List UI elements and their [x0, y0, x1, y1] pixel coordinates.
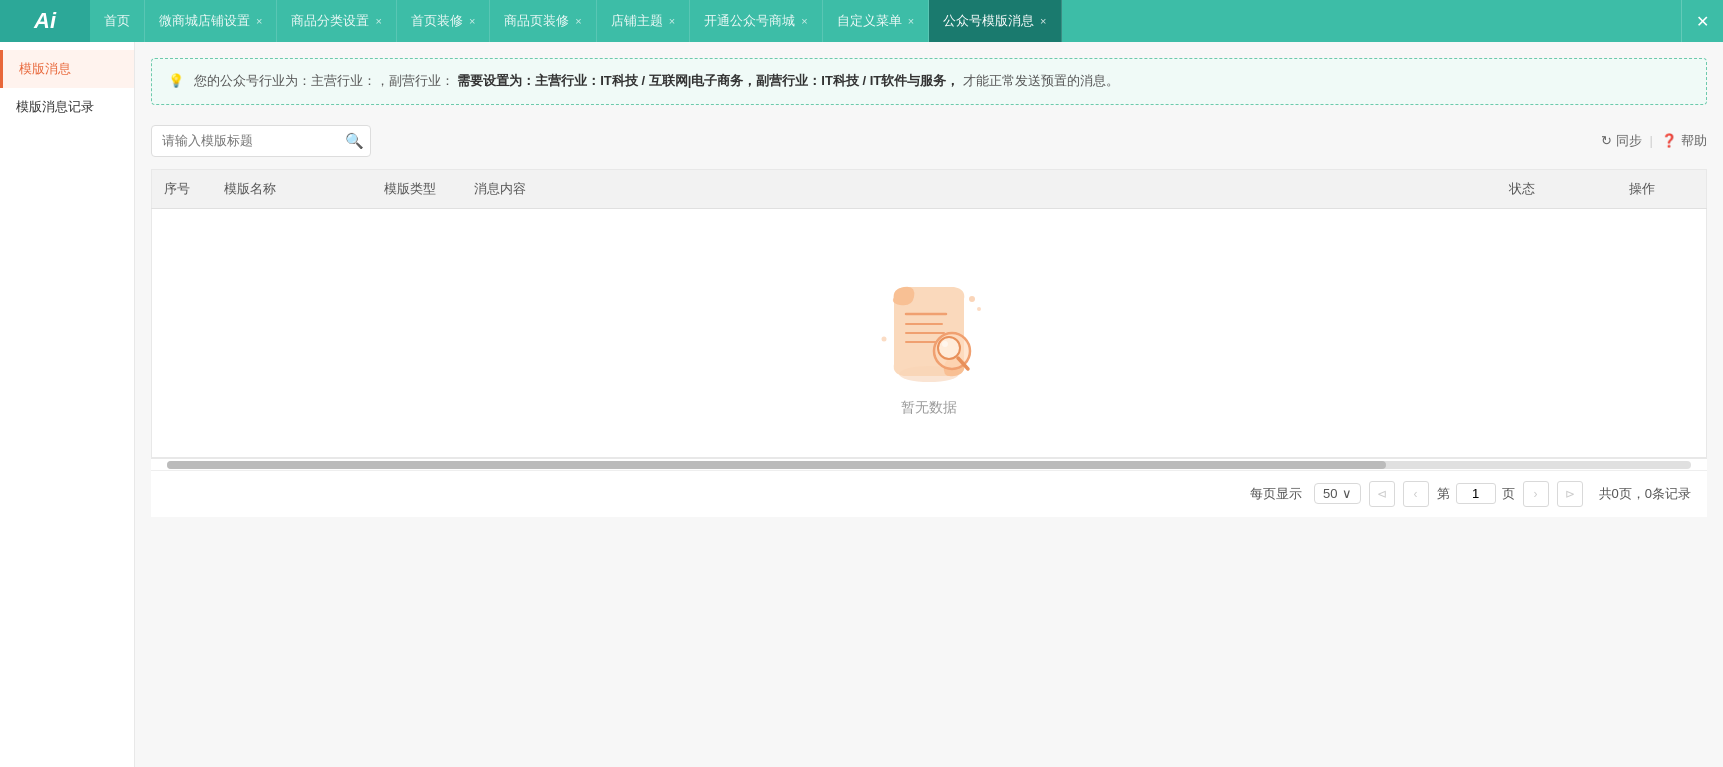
svg-point-9: [969, 296, 975, 302]
table-header-actions: 操作: [1617, 169, 1707, 208]
notice-prefix: 您的公众号行业为：主营行业：，副营行业：: [194, 73, 454, 88]
sidebar-item-template-message[interactable]: 模版消息: [0, 50, 134, 88]
scrollbar-area[interactable]: [151, 458, 1707, 470]
scrollbar-thumb: [167, 461, 1386, 469]
prev-page-button[interactable]: ‹: [1403, 481, 1429, 507]
help-button[interactable]: ❓ 帮助: [1661, 132, 1707, 150]
table-body: 暂无数据: [152, 208, 1707, 457]
svg-point-11: [882, 336, 887, 341]
svg-point-10: [977, 307, 981, 311]
sync-button[interactable]: ↻ 同步: [1601, 132, 1642, 150]
content-area: 💡 您的公众号行业为：主营行业：，副营行业： 需要设置为：主营行业：IT科技 /…: [135, 42, 1723, 767]
svg-point-8: [942, 341, 948, 347]
nav-tab-home[interactable]: 首页: [90, 0, 145, 42]
page-size-select[interactable]: 50 ∨: [1314, 483, 1360, 504]
tab-close-homepage-decor[interactable]: ×: [469, 15, 475, 27]
app-logo: Ai: [0, 0, 90, 42]
scrollbar-track: [167, 461, 1691, 469]
nav-tab-wechat-template[interactable]: 公众号模版消息×: [929, 0, 1061, 42]
main-layout: 模版消息模版消息记录 💡 您的公众号行业为：主营行业：，副营行业： 需要设置为：…: [0, 42, 1723, 767]
last-page-button[interactable]: ⊳: [1557, 481, 1583, 507]
search-actions: ↻ 同步 | ❓ 帮助: [1601, 132, 1707, 150]
table-header-name: 模版名称: [212, 169, 372, 208]
sidebar-item-template-records[interactable]: 模版消息记录: [0, 88, 134, 126]
search-input-wrap: 🔍: [151, 125, 371, 157]
nav-tab-store-theme[interactable]: 店铺主题×: [597, 0, 690, 42]
tab-close-product-decor[interactable]: ×: [575, 15, 581, 27]
close-all-tabs-button[interactable]: ✕: [1681, 0, 1723, 42]
table-header-row: 序号模版名称模版类型消息内容状态操作: [152, 169, 1707, 208]
nav-tab-custom-menu[interactable]: 自定义菜单×: [823, 0, 929, 42]
notice-suffix: 才能正常发送预置的消息。: [963, 73, 1119, 88]
nav-tabs: 首页微商城店铺设置×商品分类设置×首页装修×商品页装修×店铺主题×开通公众号商城…: [90, 0, 1681, 42]
page-prefix-label: 第: [1437, 485, 1450, 503]
page-size-value: 50: [1323, 486, 1337, 501]
help-label: 帮助: [1681, 132, 1707, 150]
data-table: 序号模版名称模版类型消息内容状态操作: [151, 169, 1707, 458]
search-input[interactable]: [152, 127, 337, 154]
chevron-down-icon: ∨: [1342, 486, 1352, 501]
page-total: 共0页，0条记录: [1599, 485, 1691, 503]
help-icon: ❓: [1661, 133, 1677, 148]
pagination: 每页显示 50 ∨ ⊲ ‹ 第 页 › ⊳ 共0页，0条记录: [151, 470, 1707, 517]
tab-close-weshop-settings[interactable]: ×: [256, 15, 262, 27]
table-header-content: 消息内容: [462, 169, 1497, 208]
nav-tab-product-decor[interactable]: 商品页装修×: [490, 0, 596, 42]
svg-point-6: [938, 337, 960, 359]
next-page-button[interactable]: ›: [1523, 481, 1549, 507]
page-number-field[interactable]: [1456, 483, 1496, 504]
page-number-input: 第 页: [1437, 483, 1515, 504]
table-header-index: 序号: [152, 169, 212, 208]
empty-state: 暂无数据: [152, 209, 1706, 457]
empty-illustration: [864, 269, 994, 399]
notice-highlight: 需要设置为：主营行业：IT科技 / 互联网|电子商务，副营行业：IT科技 / I…: [457, 73, 959, 88]
table-header-status: 状态: [1497, 169, 1617, 208]
search-button[interactable]: 🔍: [337, 126, 371, 156]
divider: |: [1650, 133, 1653, 148]
nav-tab-weshop-settings[interactable]: 微商城店铺设置×: [145, 0, 277, 42]
notice-icon: 💡: [168, 73, 184, 88]
table-header-type: 模版类型: [372, 169, 462, 208]
tab-close-wechat-template[interactable]: ×: [1040, 15, 1046, 27]
nav-tab-product-category[interactable]: 商品分类设置×: [277, 0, 396, 42]
empty-text: 暂无数据: [901, 399, 957, 417]
page-suffix-label: 页: [1502, 485, 1515, 503]
sync-icon: ↻: [1601, 133, 1612, 148]
search-bar: 🔍 ↻ 同步 | ❓ 帮助: [151, 125, 1707, 157]
per-page-label: 每页显示: [1250, 485, 1302, 503]
tab-close-open-wechat-mall[interactable]: ×: [801, 15, 807, 27]
tab-close-product-category[interactable]: ×: [375, 15, 381, 27]
top-navigation: Ai 首页微商城店铺设置×商品分类设置×首页装修×商品页装修×店铺主题×开通公众…: [0, 0, 1723, 42]
sync-label: 同步: [1616, 132, 1642, 150]
notice-box: 💡 您的公众号行业为：主营行业：，副营行业： 需要设置为：主营行业：IT科技 /…: [151, 58, 1707, 105]
nav-tab-homepage-decor[interactable]: 首页装修×: [397, 0, 490, 42]
table-container: 序号模版名称模版类型消息内容状态操作: [151, 169, 1707, 458]
tab-close-store-theme[interactable]: ×: [669, 15, 675, 27]
nav-tab-open-wechat-mall[interactable]: 开通公众号商城×: [690, 0, 822, 42]
first-page-button[interactable]: ⊲: [1369, 481, 1395, 507]
tab-close-custom-menu[interactable]: ×: [908, 15, 914, 27]
sidebar: 模版消息模版消息记录: [0, 42, 135, 767]
